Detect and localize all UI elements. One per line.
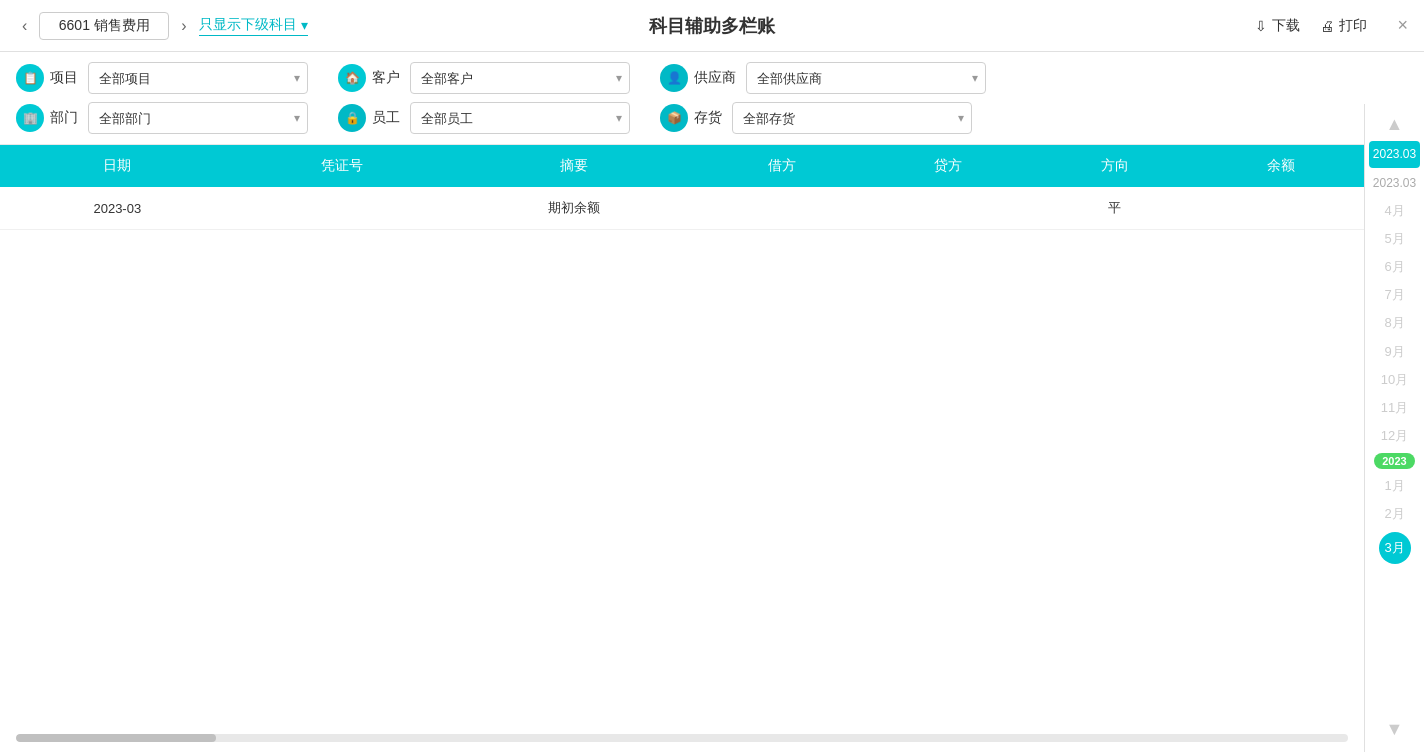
customer-select-wrapper[interactable]: 全部客户 ▾ — [410, 62, 630, 94]
header-actions: ⇩ 下载 🖨 打印 × — [1255, 15, 1408, 36]
col-voucher: 凭证号 — [235, 145, 450, 187]
download-button[interactable]: ⇩ 下载 — [1255, 17, 1300, 35]
download-icon: ⇩ — [1255, 18, 1267, 34]
inventory-select[interactable]: 全部存货 — [732, 102, 972, 134]
inventory-icon: 📦 — [660, 104, 688, 132]
employee-select[interactable]: 全部员工 — [410, 102, 630, 134]
col-credit: 贷方 — [865, 145, 1031, 187]
col-summary: 摘要 — [449, 145, 698, 187]
employee-icon: 🔒 — [338, 104, 366, 132]
col-debit: 借方 — [699, 145, 865, 187]
customer-icon: 🏠 — [338, 64, 366, 92]
prev-nav-button[interactable]: ‹ — [16, 15, 33, 37]
supplier-filter-label: 👤 供应商 — [660, 64, 736, 92]
col-direction: 方向 — [1031, 145, 1197, 187]
cell-debit — [699, 187, 865, 230]
main-table: 日期 凭证号 摘要 借方 贷方 方向 余额 2023-03 期初余额 平 — [0, 145, 1364, 230]
table-container: 日期 凭证号 摘要 借方 贷方 方向 余额 2023-03 期初余额 平 — [0, 145, 1424, 730]
filter-row-2: 🏢 部门 全部部门 ▾ 🔒 员工 全部员工 — [16, 102, 1408, 134]
side-month-8[interactable]: 8月 — [1365, 309, 1424, 337]
department-icon: 🏢 — [16, 104, 44, 132]
side-panel: ▲ 2023.03 2023.03 4月 5月 6月 7月 8月 9月 10月 … — [1364, 104, 1424, 752]
side-month-6[interactable]: 6月 — [1365, 253, 1424, 281]
scrollbar-area — [16, 734, 1408, 748]
employee-select-wrapper[interactable]: 全部员工 ▾ — [410, 102, 630, 134]
project-filter-label: 📋 项目 — [16, 64, 78, 92]
cell-credit — [865, 187, 1031, 230]
cell-balance — [1198, 187, 1364, 230]
filter-area: 📋 项目 全部项目 ▾ 🏠 客户 全部客户 — [0, 52, 1424, 145]
cell-summary: 期初余额 — [449, 187, 698, 230]
project-select-wrapper[interactable]: 全部项目 ▾ — [88, 62, 308, 94]
side-month-2023-03-second[interactable]: 2023.03 — [1365, 170, 1424, 197]
cell-voucher — [235, 187, 450, 230]
col-date: 日期 — [0, 145, 235, 187]
side-month-11[interactable]: 11月 — [1365, 394, 1424, 422]
side-month-9[interactable]: 9月 — [1365, 338, 1424, 366]
year-badge: 2023 — [1374, 453, 1414, 469]
show-sub-button[interactable]: 只显示下级科目 ▾ — [199, 16, 308, 36]
department-select[interactable]: 全部部门 — [88, 102, 308, 134]
supplier-icon: 👤 — [660, 64, 688, 92]
h-scrollbar-thumb — [16, 734, 216, 742]
print-icon: 🖨 — [1320, 18, 1334, 34]
table-header-row: 日期 凭证号 摘要 借方 贷方 方向 余额 — [0, 145, 1364, 187]
side-up-arrow[interactable]: ▲ — [1382, 110, 1408, 139]
side-month-12[interactable]: 12月 — [1365, 422, 1424, 450]
nav-area: ‹ 6601 销售费用 › 只显示下级科目 ▾ — [16, 12, 308, 40]
print-button[interactable]: 🖨 打印 — [1320, 17, 1367, 35]
project-select[interactable]: 全部项目 — [88, 62, 308, 94]
account-code: 6601 销售费用 — [39, 12, 169, 40]
supplier-select-wrapper[interactable]: 全部供应商 ▾ — [746, 62, 986, 94]
close-button[interactable]: × — [1397, 15, 1408, 36]
project-icon: 📋 — [16, 64, 44, 92]
current-month-badge[interactable]: 3月 — [1379, 532, 1411, 564]
department-select-wrapper[interactable]: 全部部门 ▾ — [88, 102, 308, 134]
customer-select[interactable]: 全部客户 — [410, 62, 630, 94]
side-month-10[interactable]: 10月 — [1365, 366, 1424, 394]
inventory-filter-label: 📦 存货 — [660, 104, 722, 132]
side-down-arrow[interactable]: ▼ — [1382, 715, 1408, 744]
header: ‹ 6601 销售费用 › 只显示下级科目 ▾ 科目辅助多栏账 ⇩ 下载 🖨 打… — [0, 0, 1424, 52]
cell-date: 2023-03 — [0, 187, 235, 230]
dropdown-icon: ▾ — [301, 17, 308, 33]
customer-filter-label: 🏠 客户 — [338, 64, 400, 92]
cell-direction: 平 — [1031, 187, 1197, 230]
filter-row-1: 📋 项目 全部项目 ▾ 🏠 客户 全部客户 — [16, 62, 1408, 94]
side-month-2[interactable]: 2月 — [1365, 500, 1424, 528]
department-filter-label: 🏢 部门 — [16, 104, 78, 132]
h-scrollbar[interactable] — [16, 734, 1348, 742]
side-month-4[interactable]: 4月 — [1365, 197, 1424, 225]
side-month-1[interactable]: 1月 — [1365, 472, 1424, 500]
side-month-7[interactable]: 7月 — [1365, 281, 1424, 309]
side-month-2023-03-first[interactable]: 2023.03 — [1369, 141, 1420, 168]
supplier-select[interactable]: 全部供应商 — [746, 62, 986, 94]
side-month-5[interactable]: 5月 — [1365, 225, 1424, 253]
page-title: 科目辅助多栏账 — [649, 14, 775, 38]
table-row: 2023-03 期初余额 平 — [0, 187, 1364, 230]
col-balance: 余额 — [1198, 145, 1364, 187]
next-nav-button[interactable]: › — [175, 15, 192, 37]
employee-filter-label: 🔒 员工 — [338, 104, 400, 132]
inventory-select-wrapper[interactable]: 全部存货 ▾ — [732, 102, 972, 134]
